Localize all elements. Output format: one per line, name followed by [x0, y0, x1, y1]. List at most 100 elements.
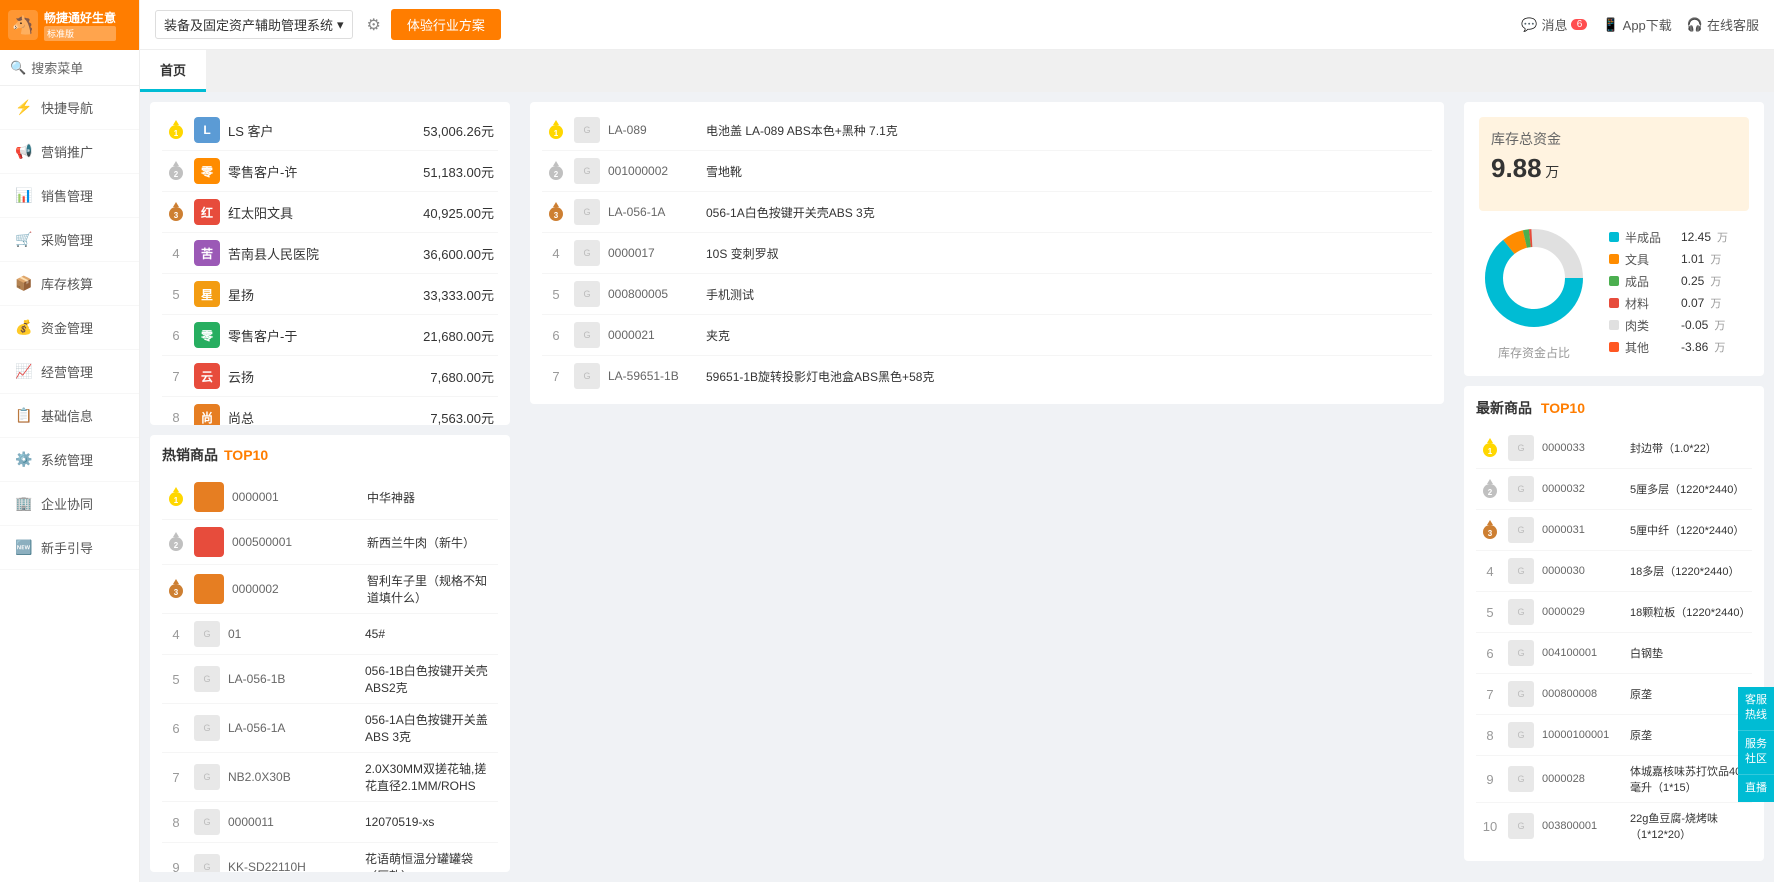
newest-product-item: 2 G 0000032 5厘多层（1220*2440） [1476, 469, 1752, 510]
nav-label-7: 基础信息 [41, 406, 93, 425]
nav-label-8: 系统管理 [41, 450, 93, 469]
stock-sub-title: 库存资金占比 [1479, 344, 1589, 361]
hot-product-item: 3 0000002 智利车子里（规格不知道填什么） [162, 565, 498, 614]
service-community-button[interactable]: 服务社区 [1738, 731, 1774, 775]
rank-badge-silver: 2 [166, 532, 186, 552]
customer-list-item: 3 红 红太阳文具 40,925.00元 [162, 192, 498, 233]
sidebar-nav-item-9[interactable]: 🏢企业协同 [0, 482, 139, 526]
hot-product-code: LA-056-1B [228, 672, 357, 686]
sidebar-nav-item-10[interactable]: 🆕新手引导 [0, 526, 139, 570]
rank-num-5: 5 [1480, 605, 1500, 620]
newest-products-card: 最新商品 TOP10 1 G 0000033 封边带（1.0*22） 2 G 0… [1464, 386, 1764, 861]
main-content: 装备及固定资产辅助管理系统 ▾ ⚙ 体验行业方案 💬 消息 6 📱 App下载 … [140, 0, 1774, 882]
hot-product-code: 0000001 [232, 490, 359, 504]
rank-num-8: 8 [1480, 728, 1500, 743]
newest-product-code: 0000032 [1542, 483, 1622, 495]
dropdown-arrow-icon: ▾ [337, 17, 344, 33]
newest-product-avatar: G [1508, 681, 1534, 707]
sidebar-nav-item-2[interactable]: 📊 销售管理 [0, 174, 139, 218]
newest-product-avatar: G [1508, 599, 1534, 625]
product-image [194, 527, 224, 557]
sidebar-nav-item-4[interactable]: 📦库存核算 [0, 262, 139, 306]
left-panel: 1 L LS 客户 53,006.26元 2 零 零售客户-许 51,183.0… [140, 92, 520, 882]
mid-product-name: 10S 变刺罗叔 [706, 245, 1428, 262]
hot-product-code: 0000002 [232, 582, 359, 596]
nav-icon-2: 📊 [15, 187, 33, 204]
app-download-button[interactable]: 📱 App下载 [1602, 15, 1671, 34]
logo-icon: 🐴 [8, 10, 38, 40]
hot-product-code: 0000011 [228, 815, 357, 829]
legend-name: 半成品 [1625, 229, 1675, 246]
hot-product-item: 1 0000001 中华神器 [162, 475, 498, 520]
message-button[interactable]: 💬 消息 6 [1521, 15, 1587, 34]
sidebar-nav-item-5[interactable]: 💰资金管理 [0, 306, 139, 350]
hot-product-name: 新西兰牛肉（新牛） [367, 534, 494, 551]
newest-product-code: 0000031 [1542, 524, 1622, 536]
stock-total: 9.88 万 [1491, 153, 1737, 184]
sidebar-nav-item-0[interactable]: ⚡快捷导航 [0, 86, 139, 130]
sidebar-nav-item-1[interactable]: 📢营销推广 [0, 130, 139, 174]
svg-text:1: 1 [554, 129, 559, 138]
customer-avatar: 苦 [194, 240, 220, 266]
hot-product-name: 中华神器 [367, 489, 494, 506]
legend-name: 肉类 [1625, 317, 1675, 334]
sidebar-nav-item-6[interactable]: 📈经营管理 [0, 350, 139, 394]
legend-item: 材料 0.07 万 [1609, 295, 1728, 312]
mid-product-name: 夹克 [706, 327, 1428, 344]
legend-unit: 万 [1710, 295, 1721, 311]
svg-text:2: 2 [174, 170, 179, 179]
search-menu-item[interactable]: 🔍 搜索菜单 [0, 50, 139, 86]
online-service-label: 在线客服 [1707, 15, 1759, 34]
rank-badge-gold: 1 [166, 487, 186, 507]
customer-value: 40,925.00元 [423, 203, 494, 222]
rank-num-6: 6 [1480, 646, 1500, 661]
product-avatar-placeholder: G [194, 621, 220, 647]
customer-hotline-button[interactable]: 客服热线 [1738, 687, 1774, 731]
nav-icon-6: 📈 [15, 363, 33, 380]
newest-top-label: TOP10 [1541, 400, 1585, 416]
nav-label-2: 销售管理 [41, 186, 93, 205]
live-button[interactable]: 直播 [1738, 775, 1774, 802]
header-right: 💬 消息 6 📱 App下载 🎧 在线客服 [1521, 15, 1759, 34]
customer-avatar: 云 [194, 363, 220, 389]
online-service-button[interactable]: 🎧 在线客服 [1687, 15, 1759, 34]
customer-value: 21,680.00元 [423, 326, 494, 345]
sidebar-nav-item-7[interactable]: 📋基础信息 [0, 394, 139, 438]
legend-unit: 万 [1710, 251, 1721, 267]
mid-product-code: 001000002 [608, 164, 698, 178]
rank-num-5: 5 [546, 287, 566, 302]
customer-value: 7,680.00元 [430, 367, 494, 386]
legend-value: 1.01 [1681, 252, 1704, 266]
trial-button[interactable]: 体验行业方案 [391, 9, 501, 40]
sidebar-nav-item-3[interactable]: 🛒采购管理 [0, 218, 139, 262]
customer-value: 36,600.00元 [423, 244, 494, 263]
system-title-dropdown[interactable]: 装备及固定资产辅助管理系统 ▾ [155, 10, 353, 39]
mid-product-name: 电池盖 LA-089 ABS本色+黑种 7.1克 [706, 122, 1428, 139]
customer-name: LS 客户 [228, 121, 415, 140]
customer-avatar: L [194, 117, 220, 143]
svg-text:3: 3 [174, 588, 179, 597]
home-tab[interactable]: 首页 [140, 50, 206, 92]
newest-product-item: 5 G 0000029 18颗粒板（1220*2440） [1476, 592, 1752, 633]
sidebar-nav-item-8[interactable]: ⚙️系统管理 [0, 438, 139, 482]
legend-color [1609, 254, 1619, 264]
rank-badge-gold: 1 [166, 120, 186, 140]
legend-value: 0.25 [1681, 274, 1704, 288]
stock-title-label: 库存总资金 [1491, 129, 1737, 149]
customer-avatar: 尚 [194, 404, 220, 425]
rank-num-8: 8 [166, 410, 186, 425]
legend-unit: 万 [1714, 339, 1725, 355]
svg-text:3: 3 [1488, 529, 1493, 538]
stock-legend: 半成品 12.45 万 文具 1.01 万 成品 0.25 万 材料 0.07 … [1609, 229, 1728, 356]
hot-product-code: 01 [228, 627, 357, 641]
newest-product-name: 白钢垫 [1630, 645, 1748, 661]
customer-list-item: 4 苦 苦南县人民医院 36,600.00元 [162, 233, 498, 274]
rank-num-7: 7 [166, 369, 186, 384]
settings-icon[interactable]: ⚙ [367, 15, 381, 35]
middle-product-item: 6 G 0000021 夹克 [542, 315, 1432, 356]
hot-product-item: 6 G LA-056-1A 056-1A白色按键开关盖ABS 3克 [162, 704, 498, 753]
search-icon: 🔍 [10, 60, 26, 76]
svg-text:1: 1 [174, 496, 179, 505]
customer-value: 33,333.00元 [423, 285, 494, 304]
legend-value: 0.07 [1681, 296, 1704, 310]
